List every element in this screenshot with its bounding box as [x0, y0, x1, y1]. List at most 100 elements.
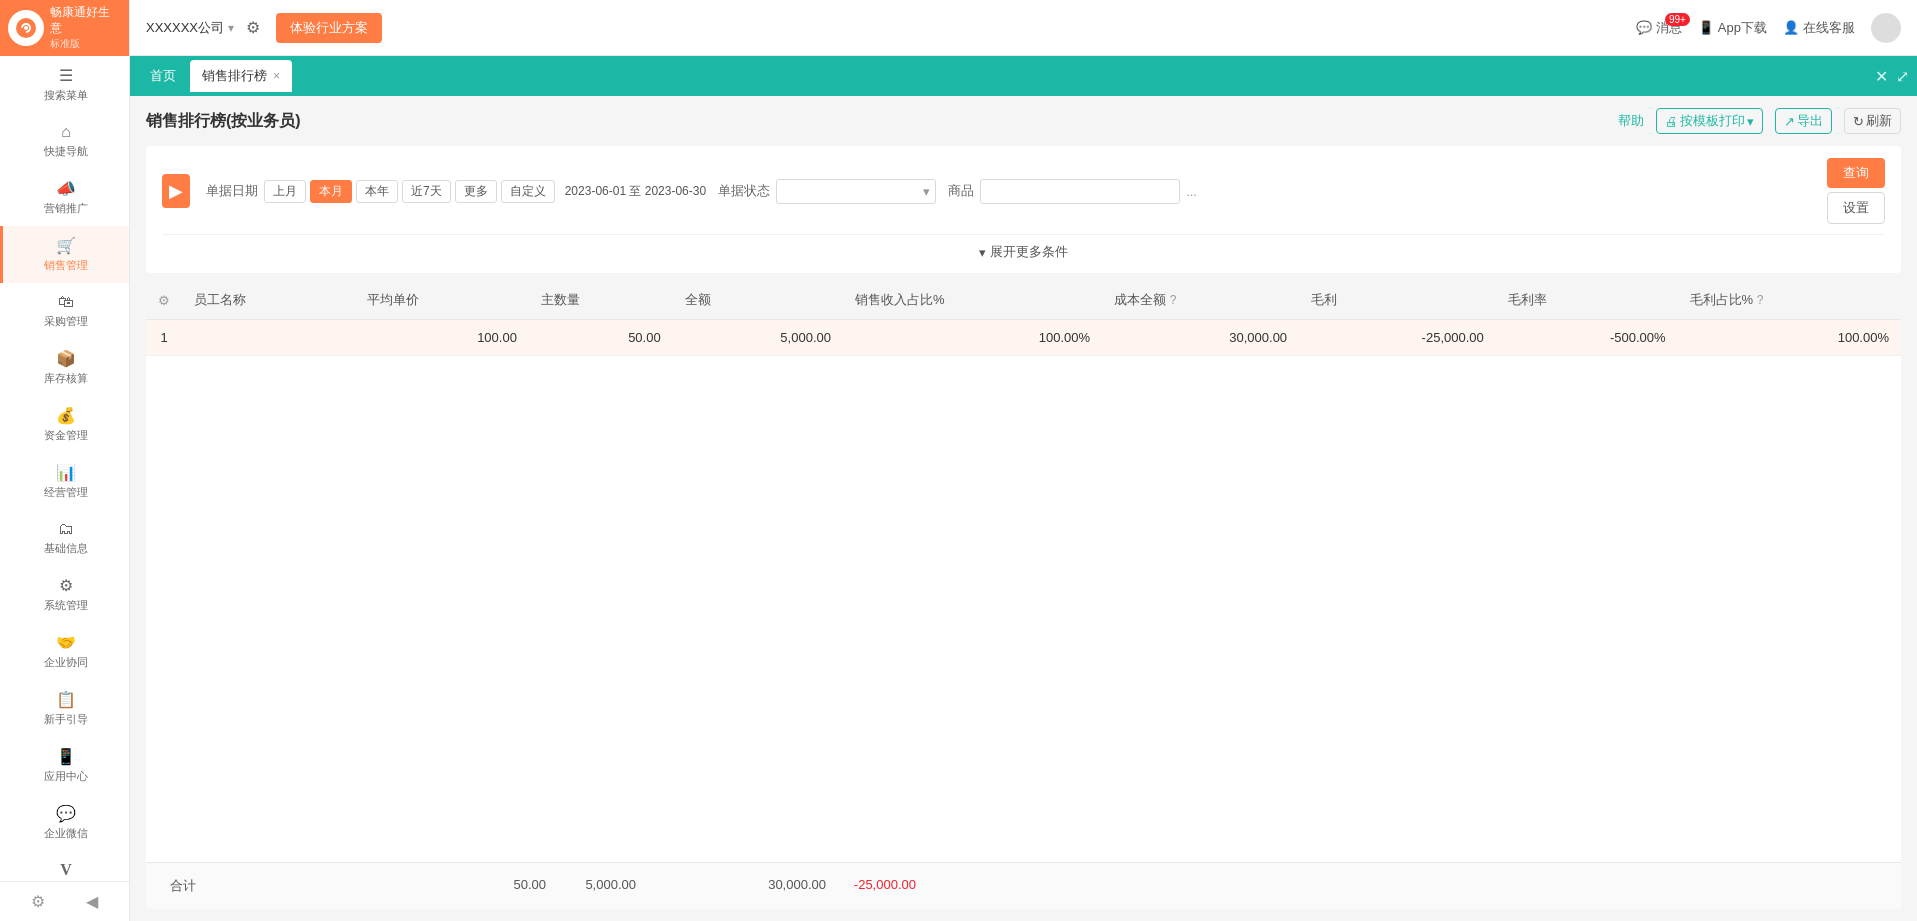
company-selector[interactable]: XXXXXX公司 ▾	[146, 19, 234, 37]
goods-more-btn[interactable]: ...	[1186, 184, 1197, 199]
enterprise-icon: 🤝	[56, 633, 76, 652]
col-gross-rate: 毛利率	[1496, 281, 1678, 320]
custom-date-btn[interactable]: 自定义	[501, 180, 555, 203]
basic-icon: 🗂	[58, 520, 74, 538]
guide-icon: 📋	[56, 690, 76, 709]
settings-button[interactable]: 设置	[1827, 192, 1885, 224]
filter-collapse-button[interactable]: ▶	[162, 174, 190, 208]
cell-cost-amount: 30,000.00	[1102, 320, 1299, 356]
cell-gross-pct: 100.00%	[1678, 320, 1901, 356]
table-settings-icon[interactable]: ⚙	[158, 293, 170, 308]
sidebar-item-inventory[interactable]: 📦 库存核算	[0, 339, 129, 396]
col-gross-pct: 毛利占比% ?	[1678, 281, 1901, 320]
topbar-right: 💬 消息 99+ 📱 App下载 👤 在线客服	[1636, 13, 1901, 43]
member-icon: V	[60, 861, 72, 879]
sidebar-item-system[interactable]: ⚙ 系统管理	[0, 566, 129, 623]
footer-sales-pct	[648, 873, 748, 899]
query-button[interactable]: 查询	[1827, 158, 1885, 188]
this-year-btn[interactable]: 本年	[356, 180, 398, 203]
table-header-row: ⚙ 员工名称 平均单价 主数量	[146, 281, 1901, 320]
tabbar: 首页 销售排行榜 × ✕ ⤢	[130, 56, 1917, 96]
wechat-icon: 💬	[56, 804, 76, 823]
gross-pct-help-icon[interactable]: ?	[1757, 293, 1764, 307]
cell-rank: 1	[146, 320, 182, 356]
col-settings: ⚙	[146, 281, 182, 320]
tab-expand-icon[interactable]: ⤢	[1896, 67, 1909, 86]
sidebar-item-operations[interactable]: 📊 经营管理	[0, 453, 129, 510]
messages-button[interactable]: 💬 消息 99+	[1636, 19, 1682, 37]
topbar: XXXXXX公司 ▾ ⚙ 体验行业方案 💬 消息 99+ 📱 App下载 👤 在…	[130, 0, 1917, 56]
goods-input[interactable]	[980, 179, 1180, 204]
company-chevron-icon: ▾	[228, 21, 234, 35]
sidebar-item-search[interactable]: ☰ 搜索菜单	[0, 56, 129, 113]
sidebar-bottom: ⚙ ◀	[0, 881, 129, 921]
footer-label: 合计	[158, 873, 398, 899]
sidebar-item-label: 搜索菜单	[44, 88, 88, 103]
sales-icon: 🛒	[56, 236, 76, 255]
more-date-btn[interactable]: 更多	[455, 180, 497, 203]
export-icon: ↗	[1784, 114, 1795, 129]
topbar-settings-icon[interactable]: ⚙	[246, 18, 260, 37]
svg-point-1	[24, 26, 28, 30]
tab-close-icon[interactable]: ×	[273, 69, 280, 83]
sidebar-item-label: 采购管理	[44, 314, 88, 329]
service-icon: 👤	[1783, 20, 1799, 35]
sidebar-item-enterprise[interactable]: 🤝 企业协同	[0, 623, 129, 680]
sidebar-item-label: 经营管理	[44, 485, 88, 500]
sidebar-item-marketing[interactable]: 📣 营销推广	[0, 169, 129, 226]
sidebar-item-guide[interactable]: 📋 新手引导	[0, 680, 129, 737]
this-month-btn[interactable]: 本月	[310, 180, 352, 203]
sidebar-item-member[interactable]: V 畅会员	[0, 851, 129, 881]
sidebar-item-quick-nav[interactable]: ⌂ 快捷导航	[0, 113, 129, 169]
cell-gross-rate: -500.00%	[1496, 320, 1678, 356]
chevron-down-icon: ▾	[979, 245, 986, 260]
status-select[interactable]	[776, 179, 936, 204]
expand-label: 展开更多条件	[990, 243, 1068, 261]
tab-home[interactable]: 首页	[138, 60, 188, 92]
sidebar-item-apps[interactable]: 📱 应用中心	[0, 737, 129, 794]
sidebar-settings-icon[interactable]: ⚙	[31, 892, 45, 911]
sidebar-item-label: 资金管理	[44, 428, 88, 443]
print-chevron-icon: ▾	[1747, 114, 1754, 129]
sidebar-item-label: 基础信息	[44, 541, 88, 556]
refresh-icon: ↻	[1853, 114, 1864, 129]
expand-more-btn[interactable]: ▾ 展开更多条件	[162, 234, 1885, 261]
filter-bar: ▶ 单据日期 上月 本月 本年 近7天 更多 自定义 2023-0	[146, 146, 1901, 273]
date-display: 2023-06-01 至 2023-06-30	[565, 183, 706, 200]
avatar[interactable]	[1871, 13, 1901, 43]
app-download-button[interactable]: 📱 App下载	[1698, 19, 1767, 37]
sidebar-item-wechat[interactable]: 💬 企业微信	[0, 794, 129, 851]
col-amount: 全额	[673, 281, 843, 320]
status-filter: 单据状态 ▾	[718, 179, 936, 204]
logo-text: 畅康通好生意	[50, 5, 121, 36]
help-link[interactable]: 帮助	[1618, 112, 1644, 130]
tab-home-label: 首页	[150, 67, 176, 85]
cost-help-icon[interactable]: ?	[1170, 293, 1177, 307]
sidebar-item-finance[interactable]: 💰 资金管理	[0, 396, 129, 453]
download-icon: 📱	[1698, 20, 1714, 35]
sidebar: 畅康通好生意 标准版 ☰ 搜索菜单 ⌂ 快捷导航 📣 营销推广 🛒 销售管理 🛍…	[0, 0, 130, 921]
last7-btn[interactable]: 近7天	[402, 180, 451, 203]
system-icon: ⚙	[59, 576, 73, 595]
trial-button[interactable]: 体验行业方案	[276, 13, 382, 43]
sidebar-item-label: 系统管理	[44, 598, 88, 613]
tab-sales-ranking[interactable]: 销售排行榜 ×	[190, 60, 292, 92]
last-month-btn[interactable]: 上月	[264, 180, 306, 203]
sidebar-item-sales[interactable]: 🛒 销售管理	[0, 226, 129, 283]
page-header: 销售排行榜(按业务员) 帮助 🖨 按模板打印 ▾ ↗ 导出 ↻ 刷新	[146, 108, 1901, 134]
sidebar-collapse-icon[interactable]: ◀	[86, 892, 98, 911]
sidebar-item-purchase[interactable]: 🛍 采购管理	[0, 283, 129, 339]
refresh-label: 刷新	[1866, 112, 1892, 130]
online-service-label: 在线客服	[1803, 19, 1855, 37]
online-service-button[interactable]: 👤 在线客服	[1783, 19, 1855, 37]
apps-icon: 📱	[56, 747, 76, 766]
export-button[interactable]: ↗ 导出	[1775, 108, 1832, 134]
refresh-button[interactable]: ↻ 刷新	[1844, 108, 1901, 134]
status-select-wrapper: ▾	[776, 179, 936, 204]
print-button[interactable]: 🖨 按模板打印 ▾	[1656, 108, 1763, 134]
sidebar-item-label: 企业协同	[44, 655, 88, 670]
sidebar-item-basic[interactable]: 🗂 基础信息	[0, 510, 129, 566]
date-range-buttons: 上月 本月 本年 近7天 更多 自定义	[264, 180, 555, 203]
sidebar-nav: ☰ 搜索菜单 ⌂ 快捷导航 📣 营销推广 🛒 销售管理 🛍 采购管理 📦 库存核…	[0, 56, 129, 881]
tab-close-window-icon[interactable]: ✕	[1875, 67, 1888, 86]
